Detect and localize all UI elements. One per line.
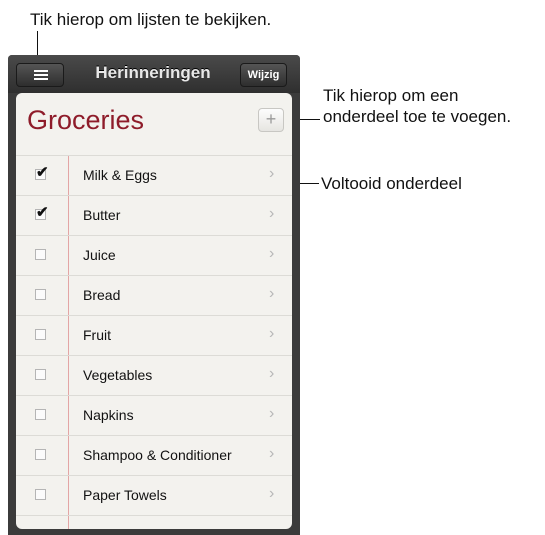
list-item[interactable]: Vegetables › [16,355,292,395]
list-item[interactable]: Shampoo & Conditioner › [16,435,292,475]
completion-checkbox[interactable] [35,409,46,420]
list-item-label: Butter [83,207,121,223]
list-item-label: Vegetables [83,367,153,383]
chevron-right-icon[interactable]: › [269,405,274,423]
completion-checkbox[interactable] [35,489,46,500]
list-item[interactable]: Fruit › [16,315,292,355]
list-item[interactable]: Bread › [16,275,292,315]
list-item[interactable]: Paper Towels › [16,475,292,515]
completion-checkbox[interactable]: ✔ [35,164,49,181]
nav-title: Herinneringen [95,63,211,82]
list-item-label: Napkins [83,407,134,423]
callout-add-line-1: Tik hierop om een [323,86,459,105]
phone-screen: Herinneringen Wijzig Groceries + ✔ Milk &… [8,55,300,535]
add-item-button[interactable]: + [258,108,284,132]
chevron-right-icon[interactable]: › [269,325,274,343]
chevron-right-icon[interactable]: › [269,165,274,183]
completion-checkbox[interactable] [35,249,46,260]
callout-view-lists: Tik hierop om lijsten te bekijken. [30,10,272,29]
list-item[interactable]: Napkins › [16,395,292,435]
list-item[interactable]: ✔ Butter › [16,195,292,235]
callout-completed-item: Voltooid onderdeel [321,174,462,193]
empty-row [16,515,292,529]
chevron-right-icon[interactable]: › [269,485,274,503]
callout-add-line-2: onderdeel toe te voegen. [323,107,512,126]
list-item-label: Fruit [83,327,111,343]
completion-checkbox[interactable] [35,329,46,340]
list-paper: Groceries + ✔ Milk & Eggs › ✔ Butter › Juice › B… [16,93,292,529]
completion-checkbox[interactable] [35,369,46,380]
navigation-bar: Herinneringen Wijzig [8,55,300,93]
chevron-right-icon[interactable]: › [269,205,274,223]
list-item-label: Bread [83,287,121,303]
list-item[interactable]: Juice › [16,235,292,275]
completion-checkbox[interactable] [35,449,46,460]
checkmark-icon: ✔ [36,204,49,221]
chevron-right-icon[interactable]: › [269,445,274,463]
callout-add-item: Tik hierop om een onderdeel toe te voege… [323,85,511,127]
chevron-right-icon[interactable]: › [269,285,274,303]
checkmark-icon: ✔ [36,164,49,181]
completion-checkbox[interactable] [35,289,46,300]
lists-menu-button[interactable] [16,63,64,87]
edit-button[interactable]: Wijzig [240,63,287,87]
completion-checkbox[interactable]: ✔ [35,204,49,221]
list-item-label: Shampoo & Conditioner [83,447,232,463]
list-title: Groceries [27,105,145,135]
list-item-label: Milk & Eggs [83,167,157,183]
list-item-label: Paper Towels [83,487,167,503]
chevron-right-icon[interactable]: › [269,365,274,383]
list-item-label: Juice [83,247,116,263]
chevron-right-icon[interactable]: › [269,245,274,263]
plus-icon: + [265,109,277,129]
list-item[interactable]: ✔ Milk & Eggs › [16,155,292,195]
